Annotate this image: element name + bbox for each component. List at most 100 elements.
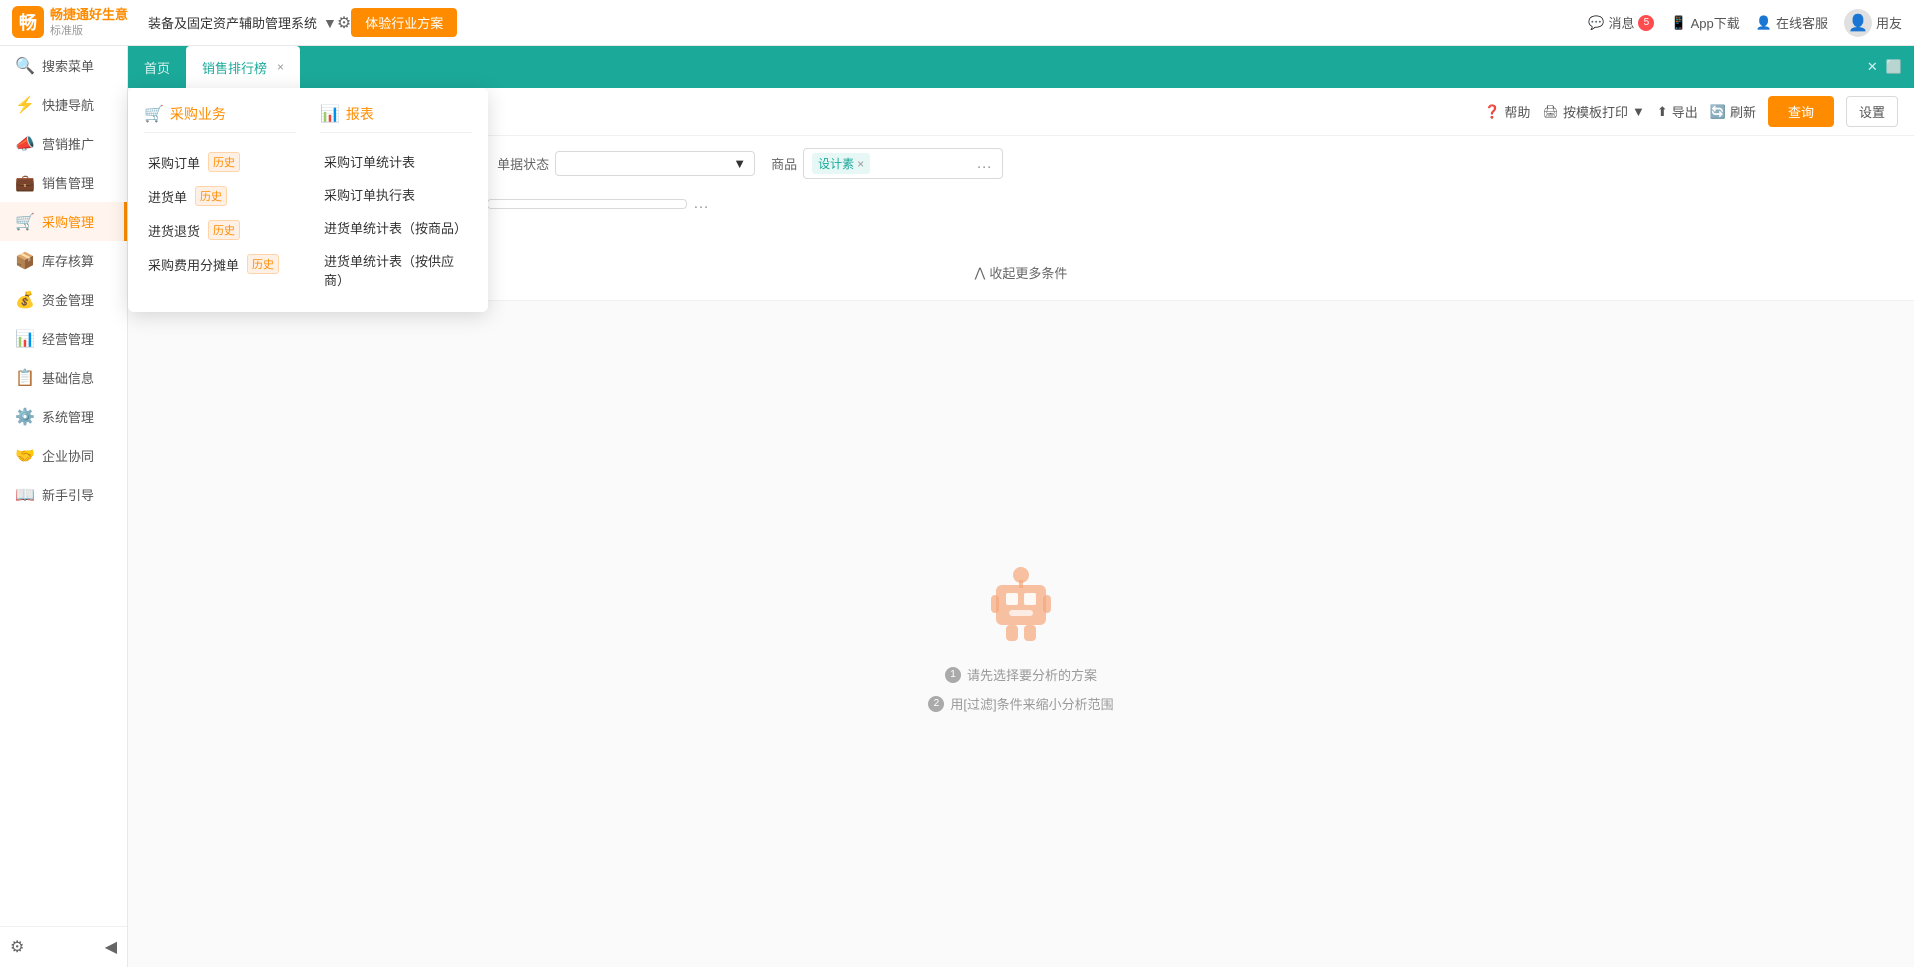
inventory-icon: 📦 <box>16 252 34 270</box>
goods-dots[interactable]: … <box>976 155 994 173</box>
sidebar-item-marketing[interactable]: 📣 营销推广 <box>0 124 127 163</box>
help-btn[interactable]: ❓ 帮助 <box>1484 102 1530 121</box>
purchase-icon: 🛒 <box>16 213 34 231</box>
history-badge-2: 历史 <box>195 186 227 206</box>
goods-filter: 商品 设计素 × … <box>771 148 1003 179</box>
purchase-col: 🛒 采购业务 采购订单 历史 进货单 历史 进货退货 历史 采购费用分摊单 <box>144 104 296 296</box>
tip1-dot: 1 <box>945 667 961 683</box>
report-col-title: 📊 报表 <box>320 104 472 133</box>
robot-svg <box>971 555 1071 655</box>
operations-icon: 📊 <box>16 330 34 348</box>
sidebar-item-purchase[interactable]: 🛒 采购管理 <box>0 202 127 241</box>
empty-tip-2: 2 用[过滤]条件来缩小分析范围 <box>928 694 1113 713</box>
refresh-btn[interactable]: 🔄 刷新 <box>1710 102 1756 121</box>
logo-area: 畅 畅捷通好生意 标准版 <box>12 6 128 40</box>
query-btn[interactable]: 查询 <box>1768 96 1834 127</box>
purchase-col-title: 🛒 采购业务 <box>144 104 296 133</box>
export-icon: ⬆ <box>1657 104 1668 120</box>
goods-tag-close[interactable]: × <box>857 157 864 171</box>
maximize-window-icon[interactable]: ⬜ <box>1886 59 1902 75</box>
menu-item-incoming-stat-by-goods[interactable]: 进货单统计表（按商品） <box>320 211 472 244</box>
sidebar-item-system[interactable]: ⚙️ 系统管理 <box>0 397 127 436</box>
tab-bar: 首页 销售排行榜 × ✕ ⬜ <box>128 46 1914 88</box>
system-dropdown-btn[interactable]: ▼ <box>323 15 337 31</box>
doc-status-select[interactable]: ▼ <box>555 151 755 176</box>
menu-item-purchase-fee[interactable]: 采购费用分摊单 历史 <box>144 247 296 281</box>
sidebar-settings-btn[interactable]: ⚙ <box>10 937 24 957</box>
menu-item-return[interactable]: 进货退货 历史 <box>144 213 296 247</box>
finance-icon: 💰 <box>16 291 34 309</box>
empty-tip-1: 1 请先选择要分析的方案 <box>945 665 1097 684</box>
goods-tag: 设计素 × <box>812 153 870 174</box>
help-icon: ❓ <box>1484 104 1500 120</box>
quick-icon: ⚡ <box>16 96 34 114</box>
tip2-dot: 2 <box>928 696 944 712</box>
phone-icon: 📱 <box>1670 15 1686 31</box>
sales-icon: 💼 <box>16 174 34 192</box>
salesman-dots[interactable]: … <box>693 195 711 213</box>
purchase-col-icon: 🛒 <box>144 104 164 124</box>
marketing-icon: 📣 <box>16 135 34 153</box>
refresh-icon: 🔄 <box>1710 104 1726 120</box>
dropdown-columns: 🛒 采购业务 采购订单 历史 进货单 历史 进货退货 历史 采购费用分摊单 <box>144 104 472 296</box>
history-badge-4: 历史 <box>247 254 279 274</box>
sidebar: 🔍 搜索菜单 ⚡ 快捷导航 📣 营销推广 💼 销售管理 🛒 采购管理 <box>0 46 128 967</box>
online-service-btn[interactable]: 👤 在线客服 <box>1756 13 1828 32</box>
enterprise-icon: 🤝 <box>16 447 34 465</box>
window-controls: ✕ ⬜ <box>1855 59 1914 75</box>
service-icon: 👤 <box>1756 15 1772 31</box>
history-badge-3: 历史 <box>208 220 240 240</box>
tab-close-icon[interactable]: × <box>277 60 284 74</box>
tab-home[interactable]: 首页 <box>128 46 186 88</box>
industry-btn[interactable]: 体验行业方案 <box>351 8 457 37</box>
basics-icon: 📋 <box>16 369 34 387</box>
settings-small-btn[interactable]: 设置 <box>1846 96 1898 127</box>
print-chevron-icon: ▼ <box>1632 104 1645 119</box>
chevron-down-icon: ▼ <box>733 156 746 171</box>
report-col: 📊 报表 采购订单统计表 采购订单执行表 进货单统计表（按商品） 进货单统计表（… <box>320 104 472 296</box>
menu-item-incoming[interactable]: 进货单 历史 <box>144 179 296 213</box>
print-icon: 🖨 <box>1542 104 1559 120</box>
menu-item-purchase-order[interactable]: 采购订单 历史 <box>144 145 296 179</box>
menu-item-purchase-order-exec[interactable]: 采购订单执行表 <box>320 178 472 211</box>
search-icon: 🔍 <box>16 57 34 75</box>
empty-state: 1 请先选择要分析的方案 2 用[过滤]条件来缩小分析范围 <box>928 555 1113 713</box>
sidebar-item-finance[interactable]: 💰 资金管理 <box>0 280 127 319</box>
messages-badge: 5 <box>1638 15 1654 31</box>
history-badge-1: 历史 <box>208 152 240 172</box>
app-download-btn[interactable]: 📱 App下载 <box>1670 13 1739 32</box>
sidebar-collapse-btn[interactable]: ◀ <box>105 937 117 957</box>
sidebar-item-basics[interactable]: 📋 基础信息 <box>0 358 127 397</box>
purchase-dropdown-menu: 🛒 采购业务 采购订单 历史 进货单 历史 进货退货 历史 采购费用分摊单 <box>128 88 488 312</box>
system-settings-btn[interactable]: ⚙ <box>337 13 351 33</box>
doc-status-filter: 单据状态 ▼ <box>497 151 755 176</box>
menu-item-incoming-stat-by-supplier[interactable]: 进货单统计表（按供应商） <box>320 244 472 296</box>
sidebar-item-newbie[interactable]: 📖 新手引导 <box>0 475 127 514</box>
sidebar-item-quick[interactable]: ⚡ 快捷导航 <box>0 85 127 124</box>
user-menu-btn[interactable]: 👤 用友 <box>1844 9 1902 37</box>
report-col-icon: 📊 <box>320 104 340 124</box>
close-window-icon[interactable]: ✕ <box>1867 59 1878 75</box>
top-bar: 畅 畅捷通好生意 标准版 装备及固定资产辅助管理系统 ▼ ⚙ 体验行业方案 💬 … <box>0 0 1914 46</box>
collapse-icon: ⋀ <box>975 265 986 281</box>
sidebar-item-inventory[interactable]: 📦 库存核算 <box>0 241 127 280</box>
sidebar-bottom: ⚙ ◀ <box>0 926 127 967</box>
sidebar-item-operations[interactable]: 📊 经营管理 <box>0 319 127 358</box>
sidebar-item-search[interactable]: 🔍 搜索菜单 <box>0 46 127 85</box>
user-avatar: 👤 <box>1844 9 1872 37</box>
newbie-icon: 📖 <box>16 486 34 504</box>
message-icon: 💬 <box>1588 15 1604 31</box>
sidebar-menu: 🔍 搜索菜单 ⚡ 快捷导航 📣 营销推广 💼 销售管理 🛒 采购管理 <box>0 46 127 926</box>
export-btn[interactable]: ⬆ 导出 <box>1657 102 1698 121</box>
salesman-select[interactable] <box>487 199 687 209</box>
messages-btn[interactable]: 💬 消息 5 <box>1588 13 1654 32</box>
sidebar-item-sales[interactable]: 💼 销售管理 <box>0 163 127 202</box>
print-template-btn[interactable]: 🖨 按模板打印 ▼ <box>1542 102 1644 121</box>
goods-select[interactable]: 设计素 × … <box>803 148 1003 179</box>
tab-sales-rank[interactable]: 销售排行榜 × <box>186 46 300 88</box>
top-bar-actions: 💬 消息 5 📱 App下载 👤 在线客服 👤 用友 <box>1588 9 1902 37</box>
logo-icon: 畅 <box>12 6 44 38</box>
main-content: 1 请先选择要分析的方案 2 用[过滤]条件来缩小分析范围 <box>128 301 1914 967</box>
menu-item-purchase-order-stat[interactable]: 采购订单统计表 <box>320 145 472 178</box>
sidebar-item-enterprise[interactable]: 🤝 企业协同 <box>0 436 127 475</box>
